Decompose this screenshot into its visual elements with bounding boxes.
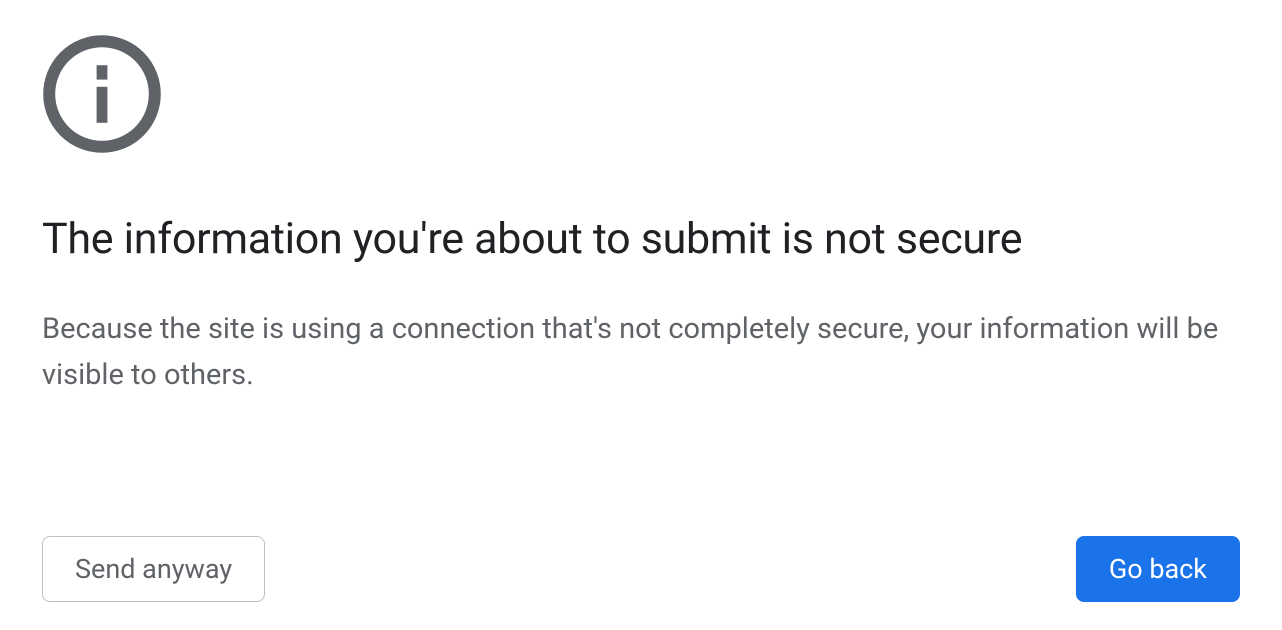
info-icon [42, 34, 1240, 154]
warning-heading: The information you're about to submit i… [42, 214, 1240, 266]
go-back-button[interactable]: Go back [1076, 536, 1240, 602]
send-anyway-button[interactable]: Send anyway [42, 536, 265, 602]
action-buttons: Send anyway Go back [42, 536, 1240, 602]
warning-icon-wrapper [42, 34, 1240, 154]
warning-description: Because the site is using a connection t… [42, 306, 1222, 399]
